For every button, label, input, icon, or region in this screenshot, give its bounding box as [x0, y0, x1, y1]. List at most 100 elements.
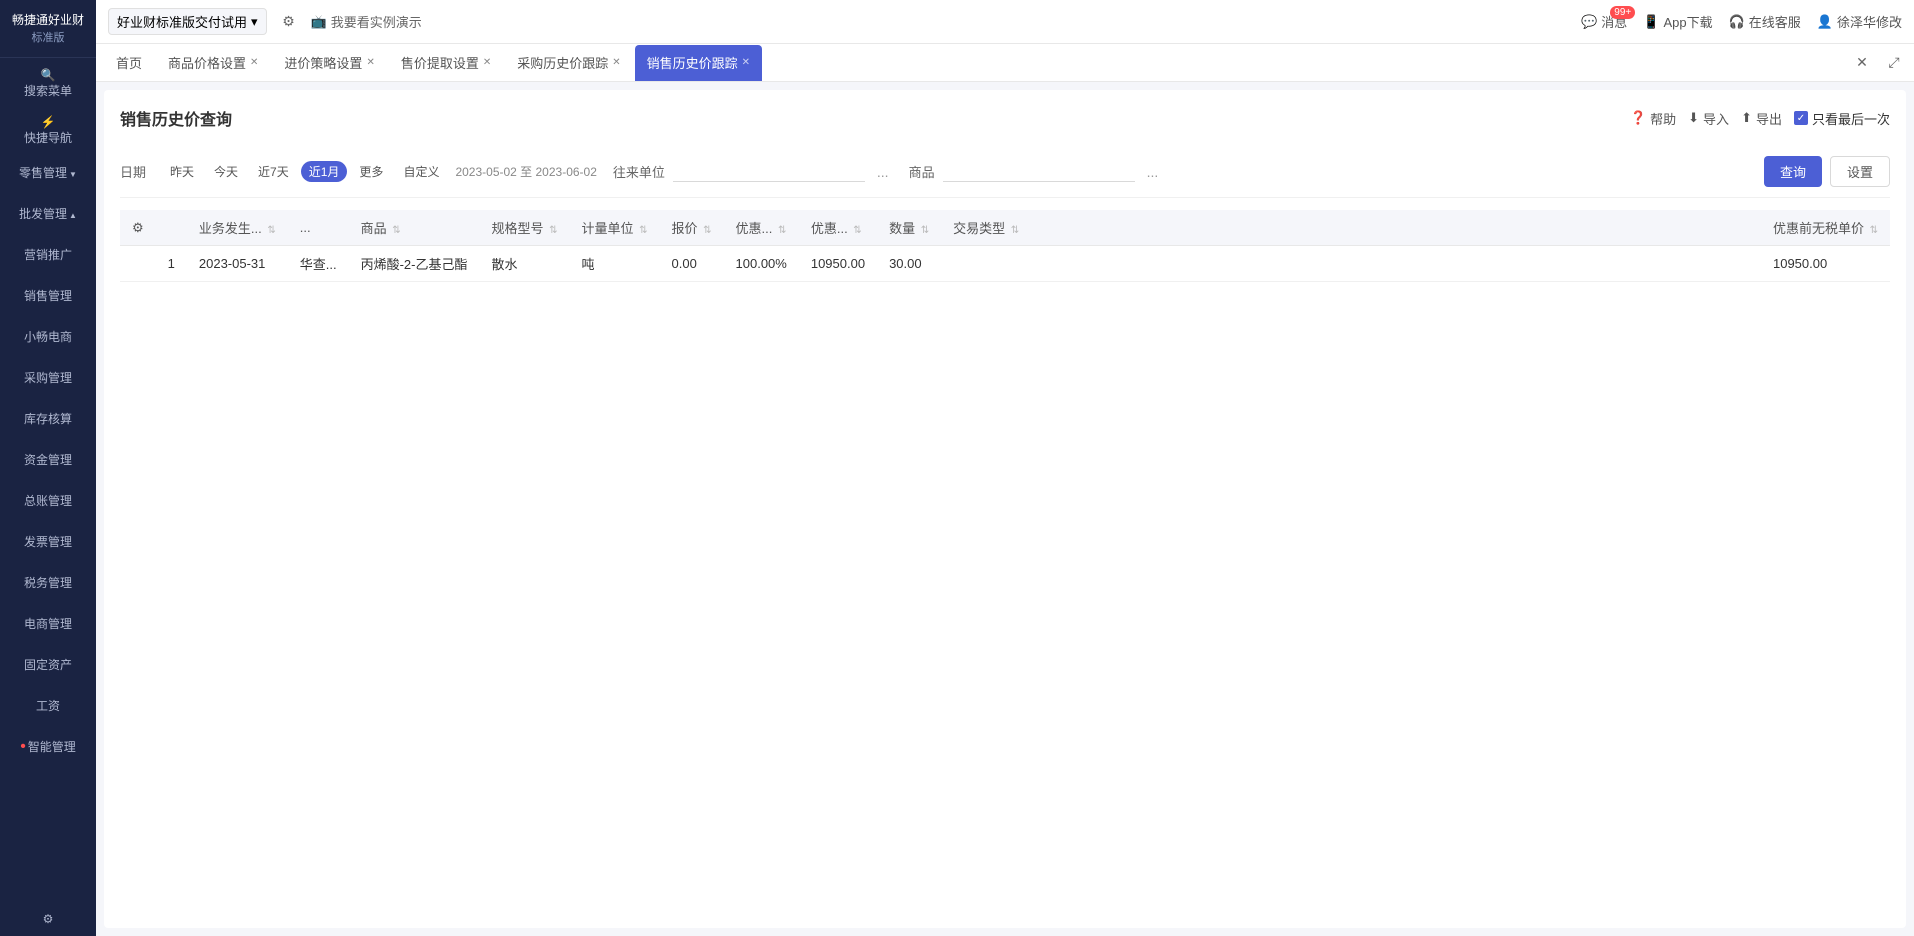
th-quantity[interactable]: 数量 ⇅ — [877, 210, 941, 246]
th-transaction-type[interactable]: 交易类型 ⇅ — [941, 210, 1031, 246]
date-btn-custom[interactable]: 自定义 — [395, 161, 447, 182]
tab-sales-history-label: 销售历史价跟踪 — [647, 53, 738, 72]
tab-purchase-strategy[interactable]: 进价策略设置 ✕ — [272, 45, 386, 81]
sidebar-item-assets[interactable]: 固定资产 — [0, 644, 96, 685]
sidebar: 畅捷通好业财 标准版 🔍 搜索菜单 ⚡ 快捷导航 零售管理 批发管理 营销推广 … — [0, 0, 96, 936]
source-unit-input[interactable] — [673, 162, 865, 182]
td-discount2: 10950.00 — [799, 246, 877, 282]
tab-purchase-history-label: 采购历史价跟踪 — [517, 53, 608, 72]
sidebar-item-purchase[interactable]: 采购管理 — [0, 357, 96, 398]
window-close-button[interactable]: ✕ — [1850, 51, 1874, 75]
sidebar-item-finance[interactable]: 资金管理 — [0, 439, 96, 480]
sidebar-item-ledger[interactable]: 总账管理 — [0, 480, 96, 521]
page-title: 销售历史价查询 — [120, 106, 232, 130]
settings-button[interactable]: 设置 — [1830, 156, 1890, 187]
tab-purchase-strategy-close[interactable]: ✕ — [366, 57, 374, 68]
online-service-button[interactable]: 🎧 在线客服 — [1729, 12, 1801, 31]
th-gear[interactable]: ⚙ — [120, 210, 156, 246]
table-body: 1 2023-05-31 华查... 丙烯酸-2-乙基己酯 散水 吨 0.00 … — [120, 246, 1890, 282]
message-badge: 99+ — [1610, 6, 1635, 19]
date-btn-today[interactable]: 今天 — [206, 161, 246, 182]
sidebar-settings-icon[interactable]: ⚙ — [0, 902, 96, 936]
tab-product-price[interactable]: 商品价格设置 ✕ — [156, 45, 270, 81]
query-button[interactable]: 查询 — [1764, 156, 1822, 187]
sidebar-item-quick-nav[interactable]: ⚡ 快捷导航 — [0, 109, 96, 152]
th-unit[interactable]: 计量单位 ⇅ — [569, 210, 659, 246]
tab-sale-price-extract-label: 售价提取设置 — [401, 53, 479, 72]
table-header-row: ⚙ 业务发生... ⇅ ... 商品 ⇅ 规格型号 ⇅ 计量单位 ⇅ 报价 ⇅ … — [120, 210, 1890, 246]
sidebar-item-invoice[interactable]: 发票管理 — [0, 521, 96, 562]
tab-home-label: 首页 — [116, 53, 142, 72]
tab-sales-history-close[interactable]: ✕ — [742, 57, 750, 68]
message-button[interactable]: 💬 消息 99+ — [1581, 12, 1627, 31]
sidebar-item-ecommerce-small[interactable]: 小畅电商 — [0, 316, 96, 357]
product-input[interactable] — [943, 162, 1135, 182]
td-quantity: 30.00 — [877, 246, 941, 282]
dropdown-arrow-icon: ▾ — [251, 14, 258, 30]
phone-icon: 📱 — [1643, 14, 1659, 30]
td-index: 1 — [156, 246, 187, 282]
product-filter: 商品 ... — [909, 162, 1163, 182]
module-selector[interactable]: 好业财标准版交付试用 ▾ — [108, 8, 267, 35]
sidebar-item-inventory[interactable]: 库存核算 — [0, 398, 96, 439]
th-discount1[interactable]: 优惠... ⇅ — [724, 210, 799, 246]
th-spec[interactable]: 规格型号 ⇅ — [479, 210, 569, 246]
app-download-label: App下载 — [1663, 12, 1712, 31]
import-button[interactable]: ⬇ 导入 — [1688, 109, 1729, 128]
user-menu[interactable]: 👤 徐泽华修改 — [1817, 12, 1902, 31]
date-btn-yesterday[interactable]: 昨天 — [162, 161, 202, 182]
tab-purchase-history-close[interactable]: ✕ — [612, 57, 620, 68]
td-discount1: 100.00% — [724, 246, 799, 282]
th-more[interactable]: ... — [288, 210, 349, 246]
window-maximize-button[interactable]: ⤢ — [1882, 51, 1906, 75]
date-btn-more[interactable]: 更多 — [351, 161, 391, 182]
th-price[interactable]: 报价 ⇅ — [660, 210, 724, 246]
sidebar-item-retail[interactable]: 零售管理 — [0, 152, 96, 193]
td-price: 0.00 — [660, 246, 724, 282]
export-button[interactable]: ⬆ 导出 — [1741, 109, 1782, 128]
main-area: 好业财标准版交付试用 ▾ ⚙ 📺 我要看实例演示 💬 消息 99+ 📱 App下… — [96, 0, 1914, 936]
sidebar-item-ecommerce[interactable]: 电商管理 — [0, 603, 96, 644]
td-unit: 吨 — [569, 246, 659, 282]
tab-bar: 首页 商品价格设置 ✕ 进价策略设置 ✕ 售价提取设置 ✕ 采购历史价跟踪 ✕ … — [96, 44, 1914, 82]
sidebar-item-search[interactable]: 🔍 搜索菜单 — [0, 58, 96, 109]
date-btn-1month[interactable]: 近1月 — [301, 161, 348, 182]
sidebar-item-payroll[interactable]: 工资 — [0, 685, 96, 726]
th-pretax-price[interactable]: 优惠前无税单价 ⇅ — [1761, 210, 1890, 246]
tab-sale-price-extract[interactable]: 售价提取设置 ✕ — [389, 45, 503, 81]
th-discount2[interactable]: 优惠... ⇅ — [799, 210, 877, 246]
app-sub: 标准版 — [8, 29, 88, 45]
td-pretax-price: 10950.00 — [1761, 246, 1890, 282]
filter-row: 日期 昨天 今天 近7天 近1月 更多 自定义 2023-05-02 至 202… — [120, 146, 1890, 198]
td-business-date: 2023-05-31 — [187, 246, 288, 282]
sidebar-item-marketing[interactable]: 营销推广 — [0, 234, 96, 275]
online-service-label: 在线客服 — [1749, 12, 1801, 31]
help-button[interactable]: ❓ 帮助 — [1630, 109, 1676, 128]
tab-sale-price-extract-close[interactable]: ✕ — [483, 57, 491, 68]
tab-home[interactable]: 首页 — [104, 45, 154, 81]
only-last-checkbox[interactable]: ✓ 只看最后一次 — [1794, 109, 1890, 128]
source-unit-dots[interactable]: ... — [873, 162, 893, 182]
topbar-left: 好业财标准版交付试用 ▾ ⚙ 📺 我要看实例演示 — [108, 8, 1581, 36]
td-transaction-type — [941, 246, 1031, 282]
app-download-button[interactable]: 📱 App下载 — [1643, 12, 1712, 31]
sidebar-item-sales[interactable]: 销售管理 — [0, 275, 96, 316]
product-dots[interactable]: ... — [1143, 162, 1163, 182]
td-spec: 散水 — [479, 246, 569, 282]
sidebar-item-intelligence[interactable]: •智能管理 — [0, 726, 96, 768]
tab-purchase-history[interactable]: 采购历史价跟踪 ✕ — [505, 45, 632, 81]
table-row: 1 2023-05-31 华查... 丙烯酸-2-乙基己酯 散水 吨 0.00 … — [120, 246, 1890, 282]
sidebar-item-wholesale[interactable]: 批发管理 — [0, 193, 96, 234]
sidebar-item-tax[interactable]: 税务管理 — [0, 562, 96, 603]
page-content: 销售历史价查询 ❓ 帮助 ⬇ 导入 ⬆ 导出 ✓ — [96, 82, 1914, 936]
th-business-date[interactable]: 业务发生... ⇅ — [187, 210, 288, 246]
tab-product-price-close[interactable]: ✕ — [250, 57, 258, 68]
th-product[interactable]: 商品 ⇅ — [349, 210, 480, 246]
page-header: 销售历史价查询 ❓ 帮助 ⬇ 导入 ⬆ 导出 ✓ — [120, 106, 1890, 130]
topbar-settings-icon[interactable]: ⚙ — [275, 8, 303, 36]
demo-link[interactable]: 📺 我要看实例演示 — [311, 12, 422, 31]
tab-sales-history[interactable]: 销售历史价跟踪 ✕ — [635, 45, 762, 81]
window-controls: ✕ ⤢ — [1850, 51, 1906, 75]
td-product: 丙烯酸-2-乙基己酯 — [349, 246, 480, 282]
date-btn-7days[interactable]: 近7天 — [250, 161, 297, 182]
